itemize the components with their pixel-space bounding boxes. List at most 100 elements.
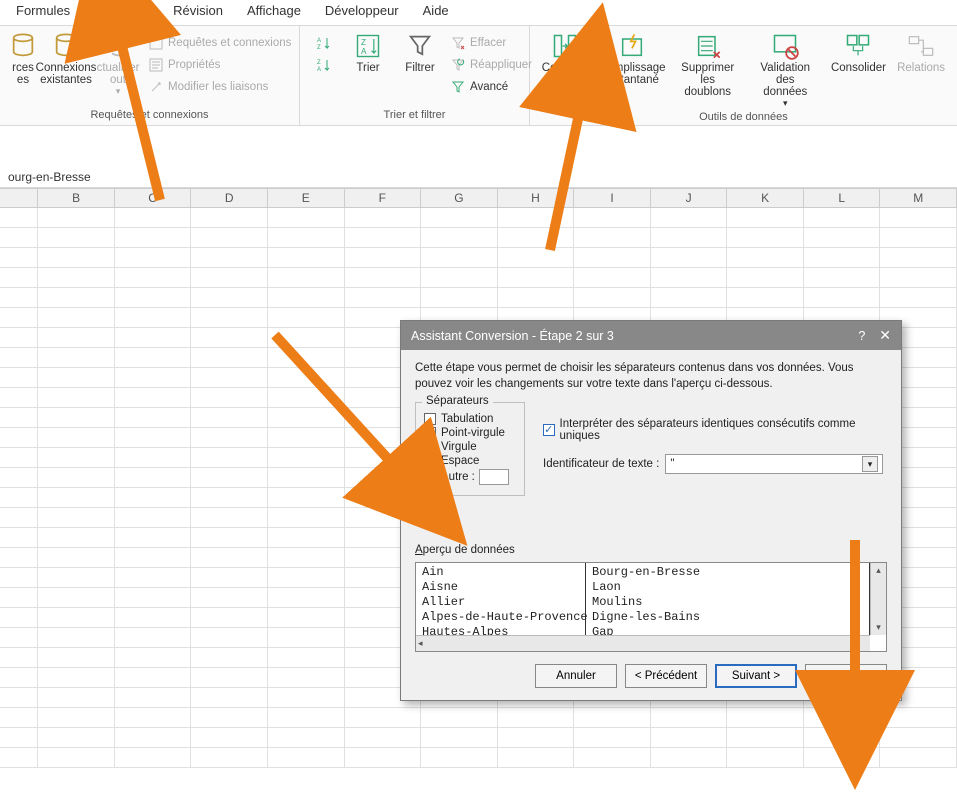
column-header[interactable]: B	[38, 189, 115, 207]
tab-developpeur[interactable]: Développeur	[313, 0, 411, 25]
sort-az-icon: AZ	[316, 35, 332, 51]
relations-icon	[907, 32, 935, 60]
remove-duplicates-icon	[694, 32, 722, 60]
supprimer-label: Supprimer les doublons	[678, 62, 736, 98]
text-qualifier-combo[interactable]: " ▾	[665, 454, 883, 474]
checkbox-icon	[424, 413, 436, 425]
preview-column-2: Bourg-en-Bresse Laon Moulins Digne-les-B…	[586, 563, 870, 635]
tab-affichage[interactable]: Affichage	[235, 0, 313, 25]
actualiser-tout-button[interactable]: ctualiser out ▾	[94, 30, 142, 99]
group-label-trier: Trier et filtrer	[306, 109, 523, 123]
svg-text:A: A	[361, 47, 367, 56]
flash-fill-icon	[618, 32, 646, 60]
checkbox-tabulation[interactable]: Tabulation	[424, 413, 516, 425]
checkbox-label: Interpréter des séparateurs identiques c…	[560, 418, 883, 442]
checkbox-label: Espace	[441, 455, 479, 467]
checkbox-virgule[interactable]: Virgule	[424, 441, 516, 453]
column-header-partial[interactable]	[0, 189, 38, 207]
convertir-label: Convertir	[542, 62, 589, 74]
sort-az-button[interactable]: AZ	[310, 32, 338, 54]
requetes-button[interactable]: Requêtes et connexions	[144, 32, 295, 54]
column-header[interactable]: M	[880, 189, 957, 207]
dialog-description: Cette étape vous permet de choisir les s…	[415, 360, 887, 392]
preview-column-1: Ain Aisne Allier Alpes-de-Haute-Provence…	[416, 563, 586, 635]
properties-icon	[148, 57, 164, 73]
avance-button[interactable]: Avancé	[446, 76, 536, 98]
checkbox-icon	[424, 455, 436, 467]
queries-icon	[148, 35, 164, 51]
data-validation-icon	[771, 32, 799, 60]
checkbox-label: Point-virgule	[441, 427, 505, 439]
tab-revision[interactable]: Révision	[161, 0, 235, 25]
checkbox-point-virgule[interactable]: Point-virgule	[424, 427, 516, 439]
remplissage-button[interactable]: Remplissage instantané	[596, 30, 668, 88]
sources-button[interactable]: rces es	[8, 30, 38, 88]
checkbox-consecutive[interactable]: Interpréter des séparateurs identiques c…	[543, 418, 883, 442]
connexions-existantes-button[interactable]: Connexions existantes	[42, 30, 90, 88]
column-header[interactable]: H	[498, 189, 575, 207]
sort-za-icon: ZA	[316, 57, 332, 73]
preview-horizontal-scrollbar[interactable]: ◂	[416, 635, 870, 651]
column-header[interactable]: I	[574, 189, 651, 207]
chevron-down-icon: ▾	[783, 98, 788, 109]
checkbox-label: Tabulation	[441, 413, 493, 425]
proprietes-button[interactable]: Propriétés	[144, 54, 295, 76]
actualiser-label: ctualiser out	[97, 62, 140, 86]
formula-bar-content[interactable]: ourg-en-Bresse	[0, 168, 99, 186]
checkbox-label: Virgule	[441, 441, 477, 453]
dialog-titlebar[interactable]: Assistant Conversion - Étape 2 sur 3 ? ✕	[401, 321, 901, 350]
checkbox-label: Autre :	[441, 471, 475, 483]
connexions-label: Connexions existantes	[36, 62, 97, 86]
consolider-label: Consolider	[831, 62, 886, 74]
clear-filter-icon	[450, 35, 466, 51]
modifier-liaisons-button[interactable]: Modifier les liaisons	[144, 76, 295, 98]
dialog-title: Assistant Conversion - Étape 2 sur 3	[411, 329, 614, 343]
column-header[interactable]: E	[268, 189, 345, 207]
separators-group: Séparateurs Tabulation Point-virgule Vir…	[415, 402, 525, 496]
text-qualifier-label: Identificateur de texte :	[543, 458, 659, 470]
proprietes-label: Propriétés	[168, 59, 220, 71]
validation-button[interactable]: Validation des données ▾	[747, 30, 824, 111]
validation-label: Validation des données	[753, 62, 818, 98]
formula-bar: ourg-en-Bresse	[0, 166, 957, 188]
preview-vertical-scrollbar[interactable]: ▴ ▾	[870, 563, 886, 635]
checkbox-autre[interactable]: Autre :	[424, 469, 516, 485]
reappliquer-button[interactable]: Réappliquer	[446, 54, 536, 76]
column-header[interactable]: L	[804, 189, 881, 207]
column-header[interactable]: F	[345, 189, 422, 207]
column-header[interactable]: K	[727, 189, 804, 207]
combo-value: "	[670, 458, 674, 470]
conversion-wizard-dialog: Assistant Conversion - Étape 2 sur 3 ? ✕…	[400, 320, 902, 701]
column-headers: B C D E F G H I J K L M	[0, 188, 957, 208]
data-preview: Ain Aisne Allier Alpes-de-Haute-Provence…	[415, 562, 887, 652]
consolider-button[interactable]: Consolider	[828, 30, 890, 76]
effacer-button[interactable]: Effacer	[446, 32, 536, 54]
relations-button[interactable]: Relations	[893, 30, 948, 76]
finish-button[interactable]: Terminer	[805, 664, 887, 688]
separators-legend: Séparateurs	[422, 395, 493, 407]
column-header[interactable]: J	[651, 189, 728, 207]
next-button[interactable]: Suivant >	[715, 664, 797, 688]
column-header[interactable]: G	[421, 189, 498, 207]
trier-button[interactable]: ZA Trier	[344, 30, 392, 76]
previous-button[interactable]: < Précédent	[625, 664, 707, 688]
tab-formules[interactable]: Formules	[4, 0, 82, 25]
svg-text:Z: Z	[317, 60, 321, 66]
svg-text:Z: Z	[361, 38, 366, 47]
checkbox-espace[interactable]: Espace	[424, 455, 516, 467]
checkbox-icon	[543, 424, 555, 436]
convertir-button[interactable]: Convertir	[538, 30, 592, 76]
close-icon[interactable]: ✕	[879, 327, 891, 344]
filtrer-button[interactable]: Filtrer	[396, 30, 444, 76]
column-header[interactable]: D	[191, 189, 268, 207]
reappliquer-label: Réappliquer	[470, 59, 532, 71]
tab-donnees[interactable]: Données	[82, 0, 161, 25]
tab-aide[interactable]: Aide	[411, 0, 461, 25]
column-header[interactable]: C	[115, 189, 192, 207]
cancel-button[interactable]: Annuler	[535, 664, 617, 688]
other-separator-input[interactable]	[479, 469, 509, 485]
sort-za-button[interactable]: ZA	[310, 54, 338, 76]
supprimer-doublons-button[interactable]: Supprimer les doublons	[672, 30, 742, 100]
help-icon[interactable]: ?	[858, 329, 865, 343]
chevron-down-icon: ▾	[116, 86, 121, 97]
